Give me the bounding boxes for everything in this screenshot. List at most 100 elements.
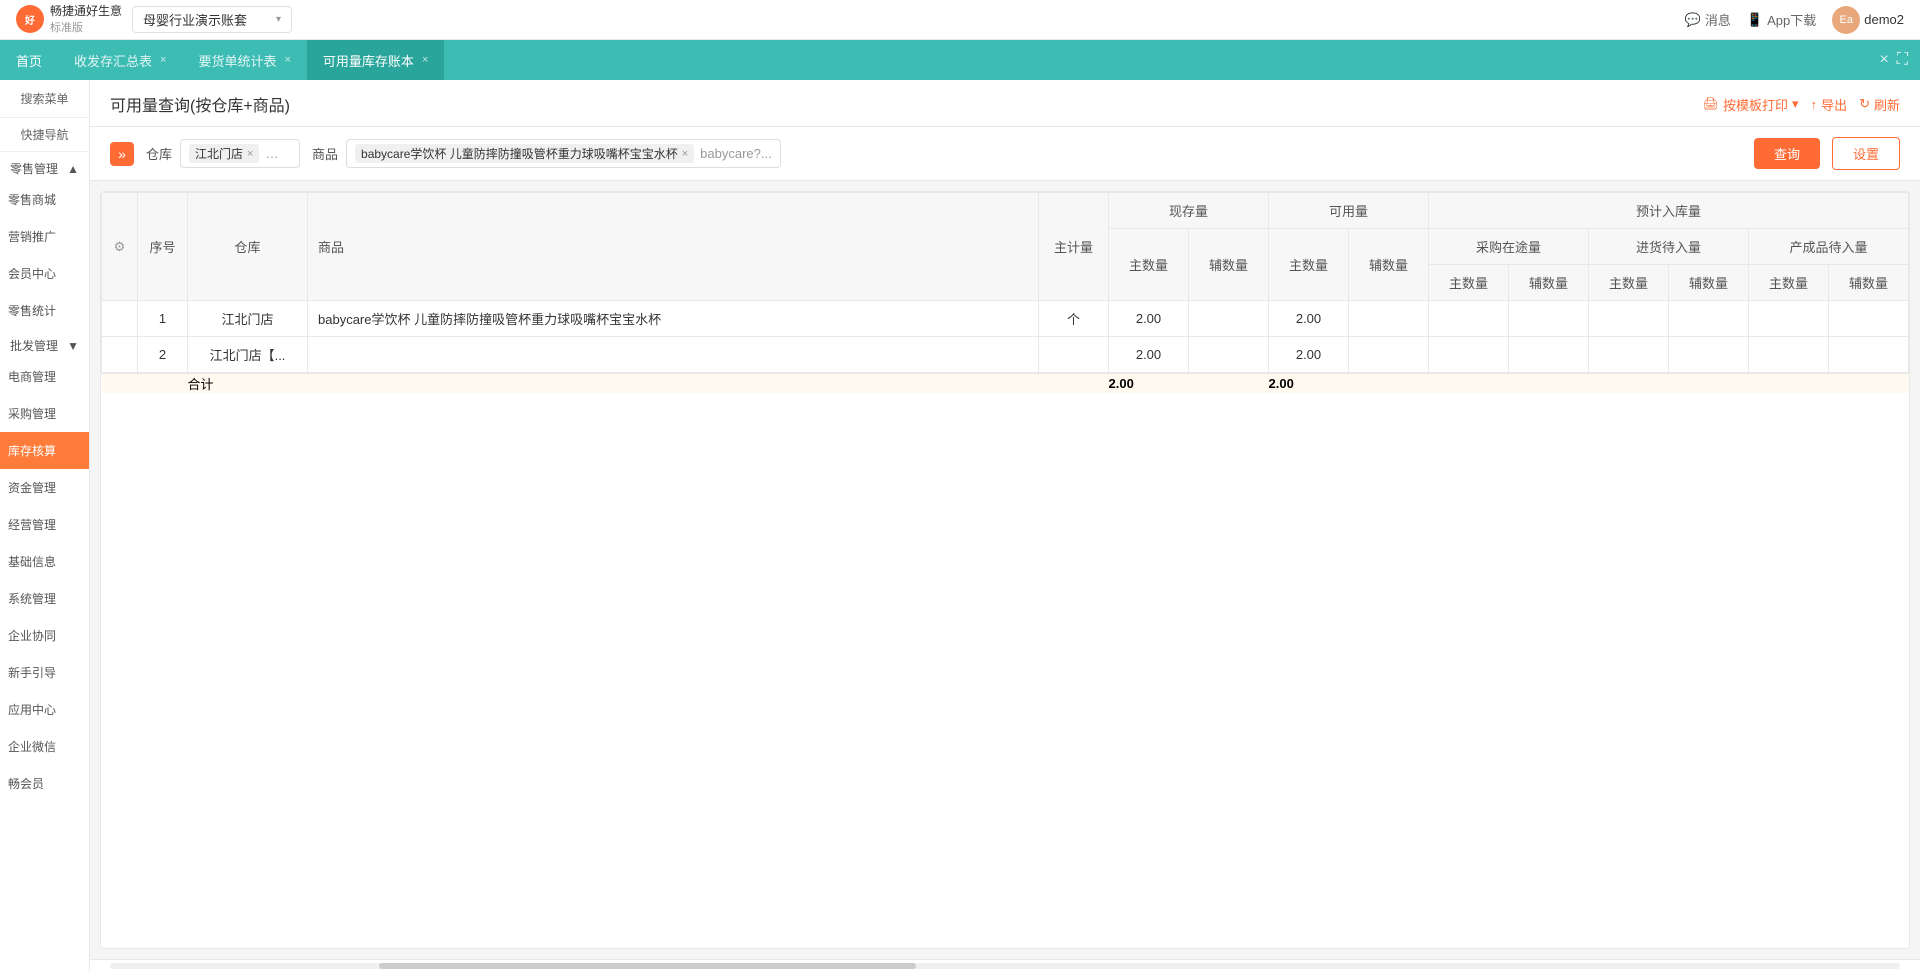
- app-download-action[interactable]: 📱 App下载: [1747, 10, 1816, 29]
- sidebar-item-member2[interactable]: 畅会员: [0, 765, 89, 802]
- sidebar-item-enterprise[interactable]: 企业协同: [0, 617, 89, 654]
- data-table: ⚙ 序号 仓库 商品 主计量 现存量 可用量 预计入库量 主数量 辅数量 主数量: [101, 192, 1909, 393]
- sidebar-item-corp-wechat[interactable]: 企业微信: [0, 728, 89, 765]
- sidebar-item-inventory[interactable]: 库存核算: [0, 432, 89, 469]
- warehouse-tag-remove[interactable]: ×: [247, 148, 253, 160]
- th-incoming-main: 主数量: [1589, 265, 1669, 301]
- warehouse-label: 仓库: [146, 144, 172, 163]
- warehouse-filter-group: 仓库 江北门店 × …: [146, 139, 300, 168]
- th-production-aux: 辅数量: [1829, 265, 1909, 301]
- th-stock-main: 主数量: [1109, 229, 1189, 301]
- company-select[interactable]: 母婴行业演示账套 ▾: [132, 6, 292, 33]
- th-incoming-group: 进货待入量: [1589, 229, 1749, 265]
- product-input[interactable]: babycare学饮杯 儿童防摔防撞吸管杯重力球吸嘴杯宝宝水杯 × babyca…: [346, 139, 781, 168]
- user-name: demo2: [1864, 12, 1904, 27]
- sidebar-item-purchase[interactable]: 采购管理: [0, 395, 89, 432]
- sidebar-item-retail-shop[interactable]: 零售商城: [0, 181, 89, 218]
- th-available-group: 可用量: [1269, 193, 1429, 229]
- query-btn[interactable]: 查询: [1754, 138, 1820, 169]
- product-label: 商品: [312, 144, 338, 163]
- content-area: 可用量查询(按仓库+商品) 🖨 按模板打印 ▾ ↑ 导出 ↻ 刷新: [90, 80, 1920, 971]
- sidebar: 搜索菜单 快捷导航 零售管理 ▲ 零售商城 营销推广 会员中心 零售统计 批发管…: [0, 80, 90, 971]
- export-btn[interactable]: ↑ 导出: [1811, 95, 1848, 114]
- sidebar-quick-nav[interactable]: 快捷导航: [0, 118, 89, 152]
- th-no: 序号: [138, 193, 188, 301]
- tab-available-stock-label: 可用量库存账本: [323, 51, 414, 70]
- summary-row: 合计 2.00 2.00: [102, 373, 1909, 393]
- th-product: 商品: [308, 193, 1039, 301]
- tab-home[interactable]: 首页: [0, 40, 58, 80]
- chevron-down-icon: ▾: [276, 14, 281, 25]
- warehouse-more[interactable]: …: [265, 146, 278, 161]
- tab-home-label: 首页: [16, 51, 42, 70]
- msg-action[interactable]: 💬 消息: [1685, 10, 1731, 29]
- export-icon: ↑: [1811, 97, 1818, 112]
- template-print-btn[interactable]: 🖨 按模板打印 ▾: [1703, 95, 1799, 114]
- scroll-thumb[interactable]: [379, 963, 916, 969]
- top-bar-left: 好 畅捷通好生意 标准版 母婴行业演示账套 ▾: [16, 4, 292, 34]
- tab-order-stats-close[interactable]: ×: [284, 54, 290, 66]
- th-production-group: 产成品待入量: [1749, 229, 1909, 265]
- expand-tabs-btn[interactable]: ⛶: [1897, 51, 1908, 69]
- top-bar-right: 💬 消息 📱 App下载 Ea demo2: [1685, 6, 1904, 34]
- th-purchase-main: 主数量: [1429, 265, 1509, 301]
- tab-receive-close[interactable]: ×: [160, 54, 166, 66]
- table-wrapper: ⚙ 序号 仓库 商品 主计量 现存量 可用量 预计入库量 主数量 辅数量 主数量: [100, 191, 1910, 949]
- sidebar-item-finance[interactable]: 资金管理: [0, 469, 89, 506]
- printer-icon: 🖨: [1703, 96, 1720, 112]
- th-purchase-aux: 辅数量: [1509, 265, 1589, 301]
- tab-available-stock-close[interactable]: ×: [422, 54, 428, 66]
- filter-expand-btn[interactable]: »: [110, 142, 134, 166]
- sidebar-item-operation[interactable]: 经营管理: [0, 506, 89, 543]
- app-label: App下载: [1767, 10, 1816, 29]
- nav-tabs: 首页 收发存汇总表 × 要货单统计表 × 可用量库存账本 × × ⛶: [0, 40, 1920, 80]
- tab-available-stock[interactable]: 可用量库存账本 ×: [307, 40, 444, 80]
- avatar: Ea: [1832, 6, 1860, 34]
- product-filter-group: 商品 babycare学饮杯 儿童防摔防撞吸管杯重力球吸嘴杯宝宝水杯 × bab…: [312, 139, 781, 168]
- summary-label: 合计: [188, 373, 308, 393]
- sidebar-item-retail-stats[interactable]: 零售统计: [0, 292, 89, 329]
- th-forecast-group: 预计入库量: [1429, 193, 1909, 229]
- settings-btn[interactable]: 设置: [1832, 137, 1900, 170]
- close-all-tabs-btn[interactable]: ×: [1879, 51, 1888, 69]
- refresh-icon: ↻: [1859, 96, 1870, 112]
- product-tag: babycare学饮杯 儿童防摔防撞吸管杯重力球吸嘴杯宝宝水杯 ×: [355, 144, 694, 163]
- table-row: 2 江北门店【... 2.00 2.00: [102, 337, 1909, 374]
- th-purchase-group: 采购在途量: [1429, 229, 1589, 265]
- scroll-track: [110, 963, 1900, 969]
- product-tag-remove[interactable]: ×: [682, 148, 688, 160]
- sidebar-item-retail-mgmt[interactable]: 零售管理 ▲: [0, 152, 89, 181]
- sidebar-item-member[interactable]: 会员中心: [0, 255, 89, 292]
- bottom-scrollbar[interactable]: [90, 959, 1920, 971]
- sidebar-item-ecommerce[interactable]: 电商管理: [0, 358, 89, 395]
- th-settings[interactable]: ⚙: [102, 193, 138, 301]
- warehouse-input[interactable]: 江北门店 × …: [180, 139, 300, 168]
- sidebar-item-wholesale-mgmt[interactable]: 批发管理 ▼: [0, 329, 89, 358]
- tab-order-stats[interactable]: 要货单统计表 ×: [182, 40, 306, 80]
- refresh-btn[interactable]: ↻ 刷新: [1859, 95, 1900, 114]
- th-available-main: 主数量: [1269, 229, 1349, 301]
- chevron-up-icon: ▲: [67, 162, 79, 176]
- tab-receive[interactable]: 收发存汇总表 ×: [58, 40, 182, 80]
- top-bar: 好 畅捷通好生意 标准版 母婴行业演示账套 ▾ 💬 消息 📱 App下载 Ea …: [0, 0, 1920, 40]
- warehouse-tag: 江北门店 ×: [189, 144, 259, 163]
- tab-receive-label: 收发存汇总表: [74, 51, 152, 70]
- th-stock-group: 现存量: [1109, 193, 1269, 229]
- product-more: babycare?...: [700, 146, 772, 161]
- sidebar-item-basic-info[interactable]: 基础信息: [0, 543, 89, 580]
- sidebar-item-guide[interactable]: 新手引导: [0, 654, 89, 691]
- sidebar-item-app-center[interactable]: 应用中心: [0, 691, 89, 728]
- logo-area: 好 畅捷通好生意 标准版: [16, 4, 122, 34]
- sidebar-item-system[interactable]: 系统管理: [0, 580, 89, 617]
- table-row: 1 江北门店 babycare学饮杯 儿童防摔防撞吸管杯重力球吸嘴杯宝宝水杯 个…: [102, 301, 1909, 337]
- page-title: 可用量查询(按仓库+商品): [110, 92, 290, 116]
- logo-subtext: 标准版: [50, 19, 122, 35]
- sidebar-search[interactable]: 搜索菜单: [0, 80, 89, 118]
- logo-icon: 好: [16, 5, 44, 33]
- page-header: 可用量查询(按仓库+商品) 🖨 按模板打印 ▾ ↑ 导出 ↻ 刷新: [90, 80, 1920, 127]
- user-area[interactable]: Ea demo2: [1832, 6, 1904, 34]
- mobile-icon: 📱: [1747, 12, 1763, 28]
- page-actions: 🖨 按模板打印 ▾ ↑ 导出 ↻ 刷新: [1703, 95, 1901, 114]
- sidebar-item-marketing[interactable]: 营销推广: [0, 218, 89, 255]
- gear-icon[interactable]: ⚙: [114, 239, 126, 254]
